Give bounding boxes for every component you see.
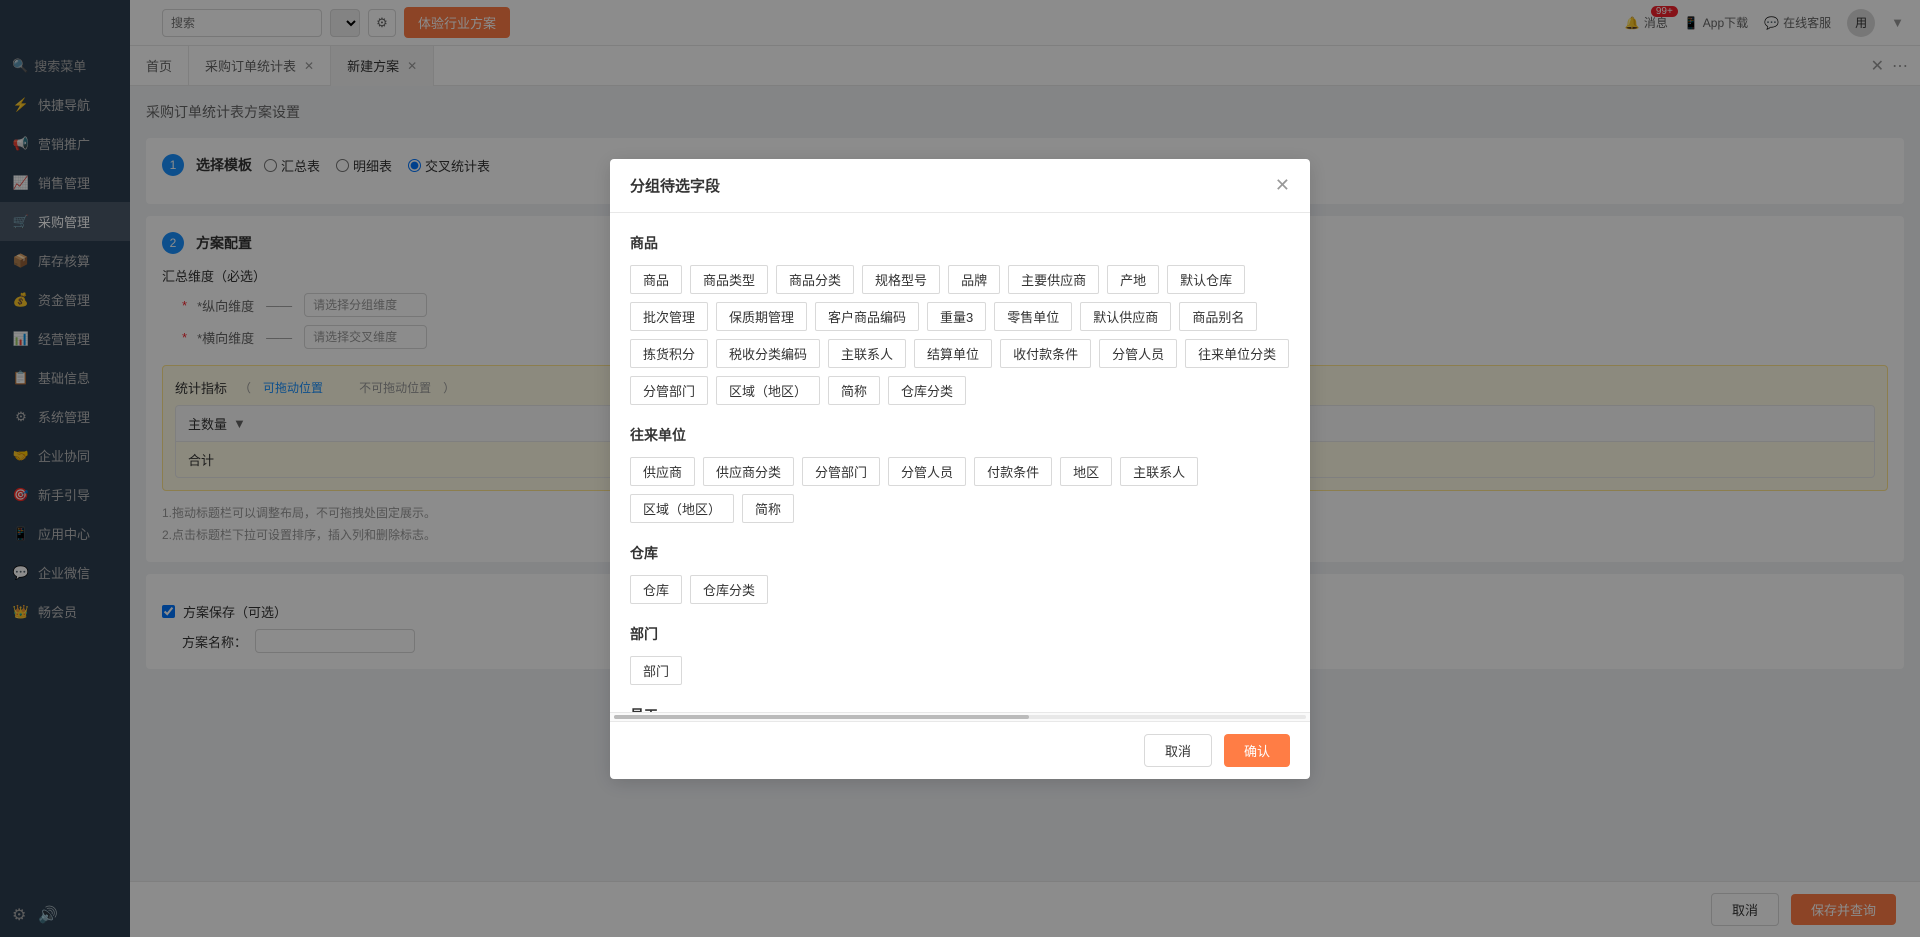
field-tag-warehouse-1[interactable]: 仓库分类 (690, 575, 768, 604)
field-tag-partner-7[interactable]: 区域（地区） (630, 494, 734, 523)
modal-dialog: 分组待选字段 ✕ 商品 商品 商品类型 商品分类 规格型号 品牌 主要供应商 产… (610, 159, 1310, 779)
modal-cancel-button[interactable]: 取消 (1144, 734, 1212, 767)
field-tag-product-2[interactable]: 商品分类 (776, 265, 854, 294)
modal-title: 分组待选字段 (630, 175, 720, 196)
field-group-partner: 往来单位 供应商 供应商分类 分管部门 分管人员 付款条件 地区 主联系人 区域… (630, 425, 1290, 523)
field-tag-product-17[interactable]: 主联系人 (828, 339, 906, 368)
modal-close-button[interactable]: ✕ (1275, 175, 1290, 196)
field-tags-warehouse: 仓库 仓库分类 (630, 575, 1290, 604)
field-tag-partner-3[interactable]: 分管人员 (888, 457, 966, 486)
field-group-warehouse: 仓库 仓库 仓库分类 (630, 543, 1290, 604)
field-group-partner-title: 往来单位 (630, 425, 1290, 445)
field-tag-product-0[interactable]: 商品 (630, 265, 682, 294)
field-tag-department-0[interactable]: 部门 (630, 656, 682, 685)
field-tag-product-16[interactable]: 税收分类编码 (716, 339, 820, 368)
field-tag-product-7[interactable]: 默认仓库 (1167, 265, 1245, 294)
field-tag-product-13[interactable]: 默认供应商 (1080, 302, 1171, 331)
field-group-department: 部门 部门 (630, 624, 1290, 685)
field-tag-product-3[interactable]: 规格型号 (862, 265, 940, 294)
field-tag-product-1[interactable]: 商品类型 (690, 265, 768, 294)
modal-hscrollbar[interactable] (610, 712, 1310, 721)
field-tag-partner-0[interactable]: 供应商 (630, 457, 695, 486)
field-tag-product-23[interactable]: 区域（地区） (716, 376, 820, 405)
modal-overlay[interactable]: 分组待选字段 ✕ 商品 商品 商品类型 商品分类 规格型号 品牌 主要供应商 产… (0, 0, 1920, 937)
field-tag-product-4[interactable]: 品牌 (948, 265, 1000, 294)
field-tag-product-14[interactable]: 商品别名 (1179, 302, 1257, 331)
field-tag-partner-2[interactable]: 分管部门 (802, 457, 880, 486)
field-group-employee-title: 员工 (630, 705, 1290, 713)
modal-confirm-button[interactable]: 确认 (1224, 734, 1290, 767)
field-tags-product: 商品 商品类型 商品分类 规格型号 品牌 主要供应商 产地 默认仓库 批次管理 … (630, 265, 1290, 405)
field-tag-partner-8[interactable]: 简称 (742, 494, 794, 523)
hscroll-thumb (614, 715, 1029, 719)
field-tag-product-21[interactable]: 往来单位分类 (1185, 339, 1289, 368)
field-tag-product-5[interactable]: 主要供应商 (1008, 265, 1099, 294)
field-tag-product-12[interactable]: 零售单位 (994, 302, 1072, 331)
modal-header: 分组待选字段 ✕ (610, 159, 1310, 213)
field-tag-product-19[interactable]: 收付款条件 (1000, 339, 1091, 368)
field-group-warehouse-title: 仓库 (630, 543, 1290, 563)
field-tag-product-20[interactable]: 分管人员 (1099, 339, 1177, 368)
field-tag-product-22[interactable]: 分管部门 (630, 376, 708, 405)
field-tag-product-18[interactable]: 结算单位 (914, 339, 992, 368)
field-tags-partner: 供应商 供应商分类 分管部门 分管人员 付款条件 地区 主联系人 区域（地区） … (630, 457, 1290, 523)
modal-body: 商品 商品 商品类型 商品分类 规格型号 品牌 主要供应商 产地 默认仓库 批次… (610, 213, 1310, 713)
field-group-product: 商品 商品 商品类型 商品分类 规格型号 品牌 主要供应商 产地 默认仓库 批次… (630, 233, 1290, 405)
field-tags-department: 部门 (630, 656, 1290, 685)
field-tag-partner-6[interactable]: 主联系人 (1120, 457, 1198, 486)
field-tag-product-10[interactable]: 客户商品编码 (815, 302, 919, 331)
hscroll-track (614, 715, 1306, 719)
field-tag-product-9[interactable]: 保质期管理 (716, 302, 807, 331)
field-tag-product-24[interactable]: 简称 (828, 376, 880, 405)
field-tag-partner-5[interactable]: 地区 (1060, 457, 1112, 486)
field-tag-partner-1[interactable]: 供应商分类 (703, 457, 794, 486)
field-tag-product-6[interactable]: 产地 (1107, 265, 1159, 294)
field-tag-product-25[interactable]: 仓库分类 (888, 376, 966, 405)
field-tag-product-15[interactable]: 拣货积分 (630, 339, 708, 368)
field-tag-product-11[interactable]: 重量3 (927, 302, 986, 331)
field-group-employee: 员工 业务员 (630, 705, 1290, 713)
field-group-department-title: 部门 (630, 624, 1290, 644)
modal-footer: 取消 确认 (610, 721, 1310, 779)
field-tag-partner-4[interactable]: 付款条件 (974, 457, 1052, 486)
field-group-product-title: 商品 (630, 233, 1290, 253)
field-tag-warehouse-0[interactable]: 仓库 (630, 575, 682, 604)
field-tag-product-8[interactable]: 批次管理 (630, 302, 708, 331)
